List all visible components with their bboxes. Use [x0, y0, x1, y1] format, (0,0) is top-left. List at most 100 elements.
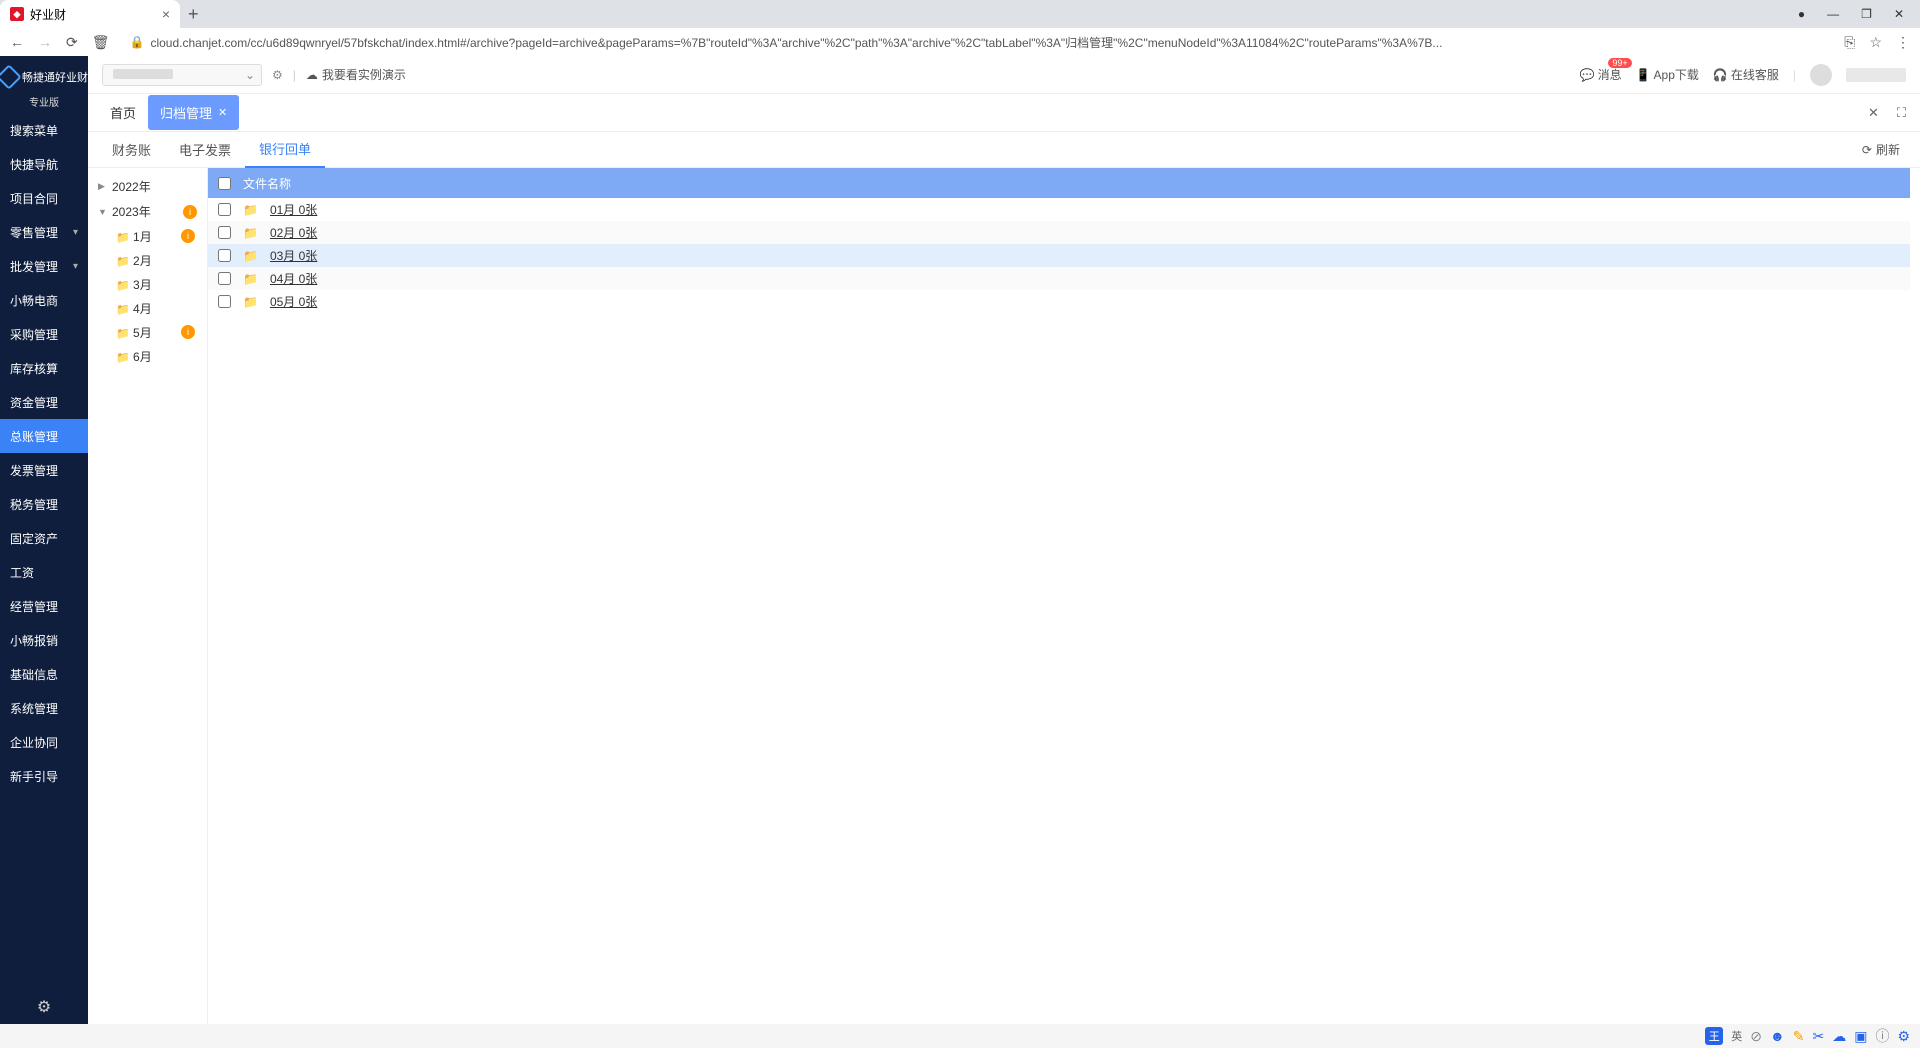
- file-link[interactable]: 03月 0张: [270, 247, 317, 264]
- sidebar-item[interactable]: 工资: [0, 555, 88, 589]
- favicon: ◆: [10, 7, 24, 21]
- sidebar-item[interactable]: 发票管理: [0, 453, 88, 487]
- sidebar-item[interactable]: 总账管理: [0, 419, 88, 453]
- table-row[interactable]: 📁 04月 0张: [208, 267, 1910, 290]
- folder-icon: 📁: [243, 249, 258, 263]
- sidebar-item[interactable]: 小畅报销: [0, 623, 88, 657]
- close-all-icon[interactable]: ✕: [1864, 101, 1883, 125]
- sidebar-item[interactable]: 基础信息: [0, 657, 88, 691]
- expand-icon[interactable]: ▶: [98, 181, 108, 192]
- tray-icon[interactable]: ✂: [1812, 1028, 1824, 1045]
- settings-icon[interactable]: ⚙: [0, 990, 88, 1024]
- tree-year-2023[interactable]: ▼ 2023年 i: [88, 199, 207, 224]
- logo-text: 畅捷通好业财: [22, 69, 88, 85]
- file-link[interactable]: 02月 0张: [270, 224, 317, 241]
- tree-month[interactable]: 📁 3月: [88, 272, 207, 296]
- tray-icon[interactable]: ☻: [1770, 1028, 1785, 1044]
- minimize-icon[interactable]: —: [1827, 7, 1839, 21]
- table-row[interactable]: 📁05月 0张: [208, 290, 1910, 313]
- online-service-button[interactable]: 🎧 在线客服: [1713, 66, 1779, 83]
- sidebar-item[interactable]: 税务管理: [0, 487, 88, 521]
- company-select[interactable]: [102, 64, 262, 86]
- row-checkbox[interactable]: [218, 226, 231, 239]
- table-row[interactable]: 📁01月 0张: [208, 198, 1910, 221]
- table-row[interactable]: 📁02月 0张: [208, 221, 1910, 244]
- tray-icon[interactable]: ☁: [1832, 1028, 1846, 1045]
- url-box[interactable]: 🔒 cloud.chanjet.com/cc/u6d89qwnryel/57bf…: [122, 34, 1833, 51]
- row-checkbox[interactable]: [218, 249, 231, 262]
- logo-icon: [0, 64, 22, 89]
- browser-tab[interactable]: ◆ 好业财 ×: [0, 0, 180, 28]
- tab-home[interactable]: 首页: [98, 95, 148, 130]
- forward-icon[interactable]: →: [38, 34, 52, 51]
- close-tab-icon[interactable]: ×: [162, 6, 170, 22]
- tree-month[interactable]: 📁 5月i: [88, 320, 207, 344]
- back-icon[interactable]: ←: [10, 34, 24, 51]
- subtab-finance[interactable]: 财务账: [98, 132, 165, 167]
- folder-icon: 📁: [116, 328, 130, 340]
- messages-button[interactable]: 💬 消息 99+: [1580, 66, 1622, 83]
- fullscreen-icon[interactable]: ⛶: [1893, 101, 1910, 125]
- year-tree: ▶ 2022年 ▼ 2023年 i 📁 1月i📁 2月📁 3月📁 4月📁 5月i…: [88, 168, 208, 1024]
- username: [1846, 68, 1906, 82]
- sidebar-item[interactable]: 小畅电商: [0, 283, 88, 317]
- ime-lang[interactable]: 英: [1731, 1028, 1742, 1044]
- row-checkbox[interactable]: [218, 203, 231, 216]
- tray-icon[interactable]: ▣: [1854, 1028, 1867, 1045]
- select-all-checkbox[interactable]: [218, 177, 231, 190]
- folder-icon: 📁: [116, 304, 130, 316]
- file-link[interactable]: 01月 0张: [270, 201, 317, 218]
- tray-icon[interactable]: ⓘ: [1875, 1026, 1889, 1046]
- demo-link[interactable]: ☁ 我要看实例演示: [306, 66, 406, 83]
- collapse-icon[interactable]: ▼: [98, 207, 108, 217]
- tray-icon[interactable]: ⊘: [1750, 1028, 1762, 1045]
- file-link[interactable]: 05月 0张: [270, 293, 317, 310]
- folder-icon: 📁: [116, 280, 130, 292]
- tree-year-2022[interactable]: ▶ 2022年: [88, 174, 207, 199]
- row-checkbox[interactable]: [218, 272, 231, 285]
- close-window-icon[interactable]: ✕: [1894, 7, 1904, 21]
- sidebar-item[interactable]: 快捷导航: [0, 147, 88, 181]
- sidebar-item[interactable]: 系统管理: [0, 691, 88, 725]
- file-link[interactable]: 04月 0张: [270, 270, 317, 287]
- sidebar-item[interactable]: 固定资产: [0, 521, 88, 555]
- subtab-invoice[interactable]: 电子发票: [165, 132, 245, 167]
- chevron-down-icon: ▾: [73, 261, 78, 272]
- star-icon[interactable]: ☆: [1869, 34, 1882, 51]
- avatar[interactable]: [1810, 64, 1832, 86]
- sidebar-item[interactable]: 新手引导: [0, 759, 88, 793]
- tray-icon[interactable]: ⚙: [1897, 1028, 1910, 1045]
- trash-icon[interactable]: 🗑: [92, 34, 110, 51]
- install-icon[interactable]: ⎘: [1844, 34, 1855, 51]
- account-icon[interactable]: ●: [1798, 7, 1805, 21]
- sidebar-item[interactable]: 零售管理▾: [0, 215, 88, 249]
- sidebar-item[interactable]: 经营管理: [0, 589, 88, 623]
- new-tab-button[interactable]: +: [180, 4, 207, 25]
- ime-icon[interactable]: 王: [1705, 1027, 1723, 1045]
- sidebar-item[interactable]: 企业协同: [0, 725, 88, 759]
- tab-archive[interactable]: 归档管理 ✕: [148, 95, 239, 130]
- tray-icon[interactable]: ✎: [1793, 1028, 1805, 1045]
- sidebar-item[interactable]: 搜索菜单: [0, 113, 88, 147]
- row-checkbox[interactable]: [218, 295, 231, 308]
- gear-icon[interactable]: ⚙: [272, 68, 283, 82]
- refresh-button[interactable]: ⟳ 刷新: [1862, 141, 1910, 158]
- sidebar-item[interactable]: 采购管理: [0, 317, 88, 351]
- reload-icon[interactable]: ⟳: [66, 34, 78, 51]
- sidebar-item[interactable]: 项目合同: [0, 181, 88, 215]
- menu-icon[interactable]: ⋮: [1896, 34, 1910, 51]
- folder-icon: 📁: [243, 272, 258, 286]
- sidebar-item[interactable]: 库存核算: [0, 351, 88, 385]
- tree-month[interactable]: 📁 1月i: [88, 224, 207, 248]
- sidebar-item[interactable]: 资金管理: [0, 385, 88, 419]
- table-header: 文件名称: [208, 168, 1910, 198]
- sidebar-item[interactable]: 批发管理▾: [0, 249, 88, 283]
- tree-month[interactable]: 📁 4月: [88, 296, 207, 320]
- maximize-icon[interactable]: ❐: [1861, 7, 1872, 21]
- close-tab-icon[interactable]: ✕: [218, 106, 227, 119]
- tree-month[interactable]: 📁 2月: [88, 248, 207, 272]
- app-download-button[interactable]: 📱 App下载: [1636, 66, 1699, 83]
- subtab-bank[interactable]: 银行回单: [245, 131, 325, 168]
- table-row[interactable]: 📁 03月 0张: [208, 244, 1910, 267]
- tree-month[interactable]: 📁 6月: [88, 344, 207, 368]
